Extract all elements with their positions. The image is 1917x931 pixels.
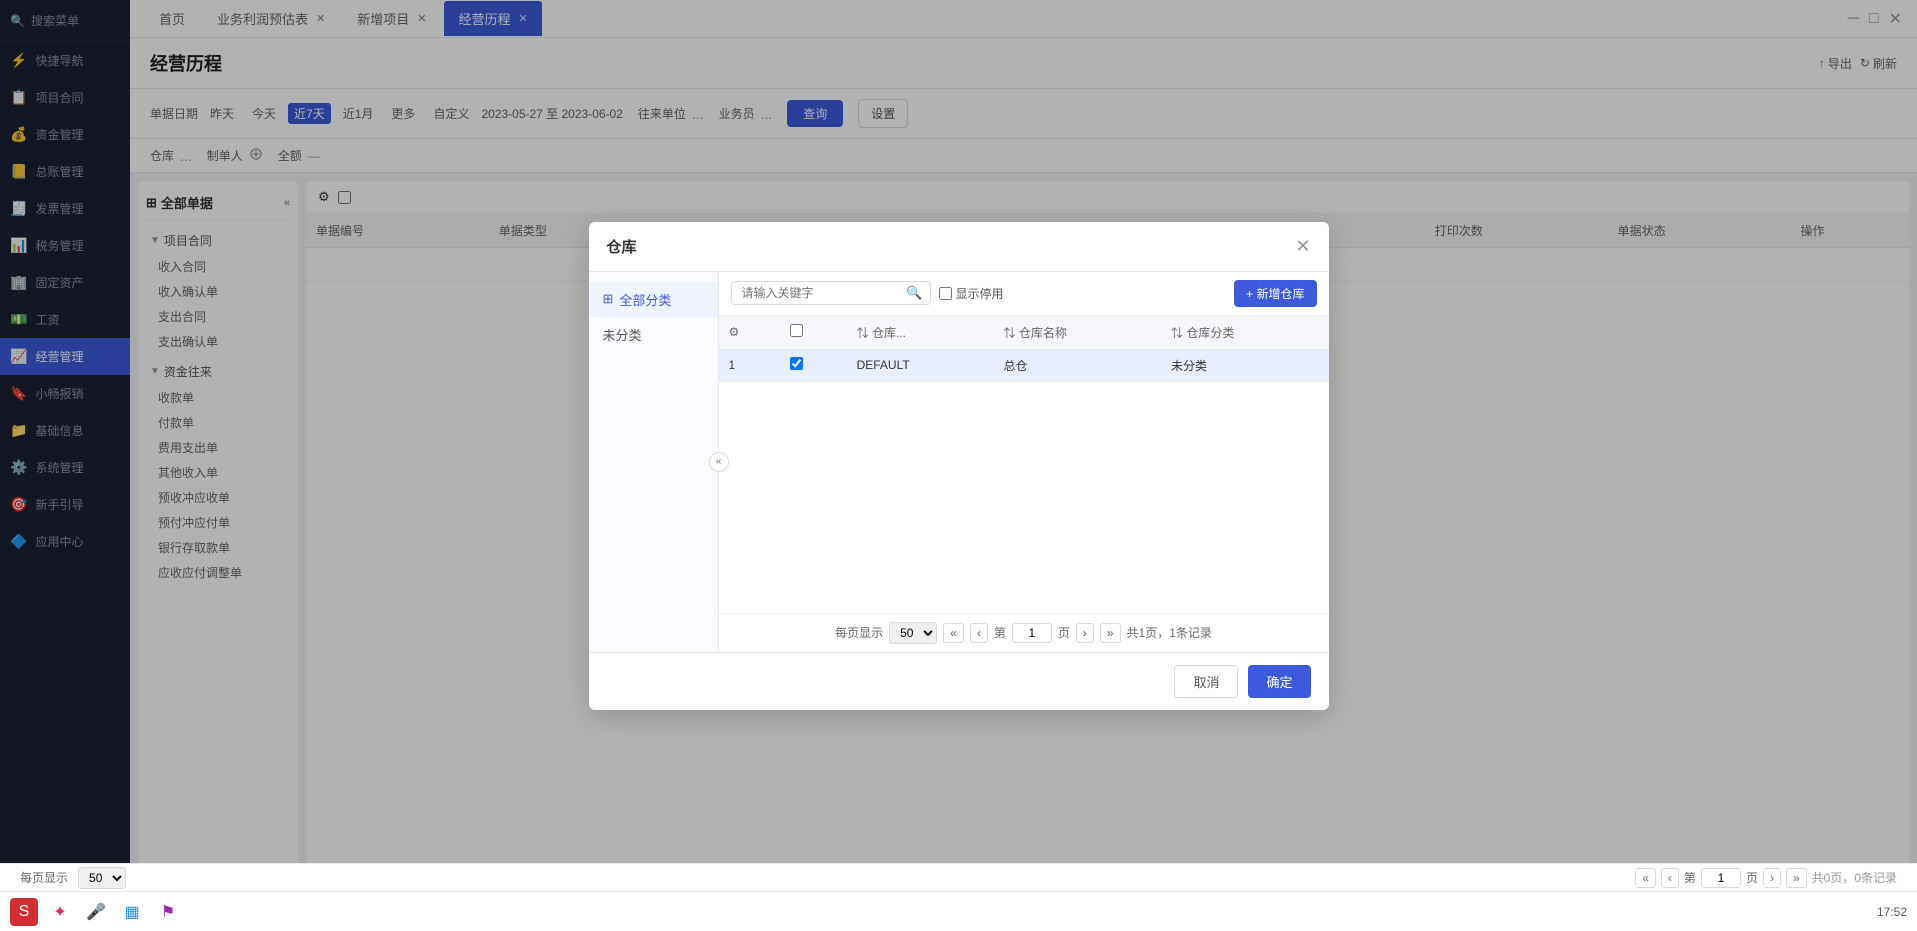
col-name-label: 仓库名称 [1019,326,1067,340]
settings-col-icon[interactable]: ⚙ [729,325,740,339]
modal-search-input[interactable] [731,281,931,305]
modal-last-btn[interactable]: » [1100,623,1121,643]
modal-row-checkbox[interactable] [790,357,803,370]
show-disabled-label: 显示停用 [956,285,1004,302]
modal-title: 仓库 [607,236,637,257]
modal-close-button[interactable]: ✕ [1295,237,1310,255]
modal-row-category: 未分类 [1161,349,1329,381]
taskbar-time: 17:52 [1877,905,1907,919]
modal-table-row[interactable]: 1 DEFAULT 总仓 未分类 [719,349,1329,381]
taskbar-icon-3[interactable]: 🎤 [82,898,110,926]
unclassified-label: 未分类 [603,328,642,343]
modal-col-code[interactable]: ⇅ 仓库... [847,316,994,350]
next-page-btn[interactable]: › [1763,868,1781,888]
modal-page-suffix: 页 [1058,624,1070,641]
modal-total-info: 共1页，1条记录 [1127,624,1212,641]
modal-search-icon: 🔍 [906,285,922,301]
page-suffix-label: 页 [1746,869,1758,886]
sort-name-icon: ⇅ [1003,326,1015,340]
modal-row-checkbox-cell[interactable] [780,349,846,381]
modal-overlay: 仓库 ✕ ⊞ 全部分类 未分类 « [0,0,1917,931]
modal-table: ⚙ ⇅ 仓库... ⇅ [719,316,1329,382]
modal-category-all[interactable]: ⊞ 全部分类 [589,282,718,317]
taskbar-icon-4[interactable]: ▦ [118,898,146,926]
last-page-btn[interactable]: » [1786,868,1807,888]
modal-row-name: 总仓 [993,349,1160,381]
bottom-pagination: « ‹ 第 页 › » 共0页，0条记录 [1635,868,1897,888]
taskbar-icon-5[interactable]: ⚑ [154,898,182,926]
modal-col-checkbox [780,316,846,350]
taskbar: S ✦ 🎤 ▦ ⚑ 17:52 [0,891,1917,931]
page-total-info: 共0页，0条记录 [1812,869,1897,886]
modal-header: 仓库 ✕ [589,222,1329,272]
modal-next-btn[interactable]: › [1076,623,1094,643]
modal-table-container: ⚙ ⇅ 仓库... ⇅ [719,316,1329,613]
col-category-label: 仓库分类 [1186,326,1234,340]
modal-footer: 取消 确定 [589,652,1329,710]
modal-table-body: 1 DEFAULT 总仓 未分类 [719,349,1329,381]
modal-body: ⊞ 全部分类 未分类 « 🔍 [589,272,1329,652]
modal-row-num: 1 [719,349,781,381]
cancel-button[interactable]: 取消 [1174,665,1238,698]
show-disabled-checkbox-label[interactable]: 显示停用 [939,285,1004,302]
sort-up-icon: ⇅ [857,326,869,340]
modal-per-page-select[interactable]: 50 [889,622,937,644]
show-disabled-checkbox[interactable] [939,287,952,300]
modal-col-name[interactable]: ⇅ 仓库名称 [993,316,1160,350]
prev-page-btn[interactable]: ‹ [1661,868,1679,888]
confirm-button[interactable]: 确定 [1248,665,1310,698]
all-category-label: 全部分类 [619,290,671,309]
modal-toolbar: 🔍 显示停用 + 新增仓库 [719,272,1329,316]
sort-category-icon: ⇅ [1171,326,1183,340]
add-warehouse-button[interactable]: + 新增仓库 [1234,280,1316,307]
modal-left-collapse-btn[interactable]: « [709,452,729,472]
warehouse-modal: 仓库 ✕ ⊞ 全部分类 未分类 « [589,222,1329,710]
taskbar-icon-2[interactable]: ✦ [46,898,74,926]
taskbar-icons: S ✦ 🎤 ▦ ⚑ [10,898,182,926]
bottom-bar: 每页显示 50 « ‹ 第 页 › » 共0页，0条记录 [130,863,1917,891]
modal-pagination: 每页显示 50 « ‹ 第 页 › » 共1页，1条记录 [719,613,1329,652]
modal-prev-btn[interactable]: ‹ [970,623,988,643]
modal-left-panel: ⊞ 全部分类 未分类 [589,272,719,652]
modal-col-settings: ⚙ [719,316,781,350]
grid-icon-modal: ⊞ [603,291,614,307]
modal-col-category[interactable]: ⇅ 仓库分类 [1161,316,1329,350]
modal-left-wrapper: ⊞ 全部分类 未分类 « [589,272,719,652]
modal-page-label: 第 [994,624,1006,641]
modal-table-header: ⚙ ⇅ 仓库... ⇅ [719,316,1329,350]
page-prefix-label: 第 [1684,869,1696,886]
modal-search-wrap: 🔍 [731,281,931,305]
modal-first-btn[interactable]: « [943,623,964,643]
col-code-label: 仓库... [872,326,906,340]
taskbar-icon-1[interactable]: S [10,898,38,926]
modal-row-code: DEFAULT [847,349,994,381]
page-number-input[interactable] [1701,868,1741,888]
modal-page-input[interactable] [1012,623,1052,643]
first-page-btn[interactable]: « [1635,868,1656,888]
modal-select-all[interactable] [790,324,803,337]
modal-right-panel: 🔍 显示停用 + 新增仓库 ⚙ [719,272,1329,652]
modal-category-unclassified[interactable]: 未分类 [589,317,718,352]
modal-per-page-label: 每页显示 [835,624,883,641]
